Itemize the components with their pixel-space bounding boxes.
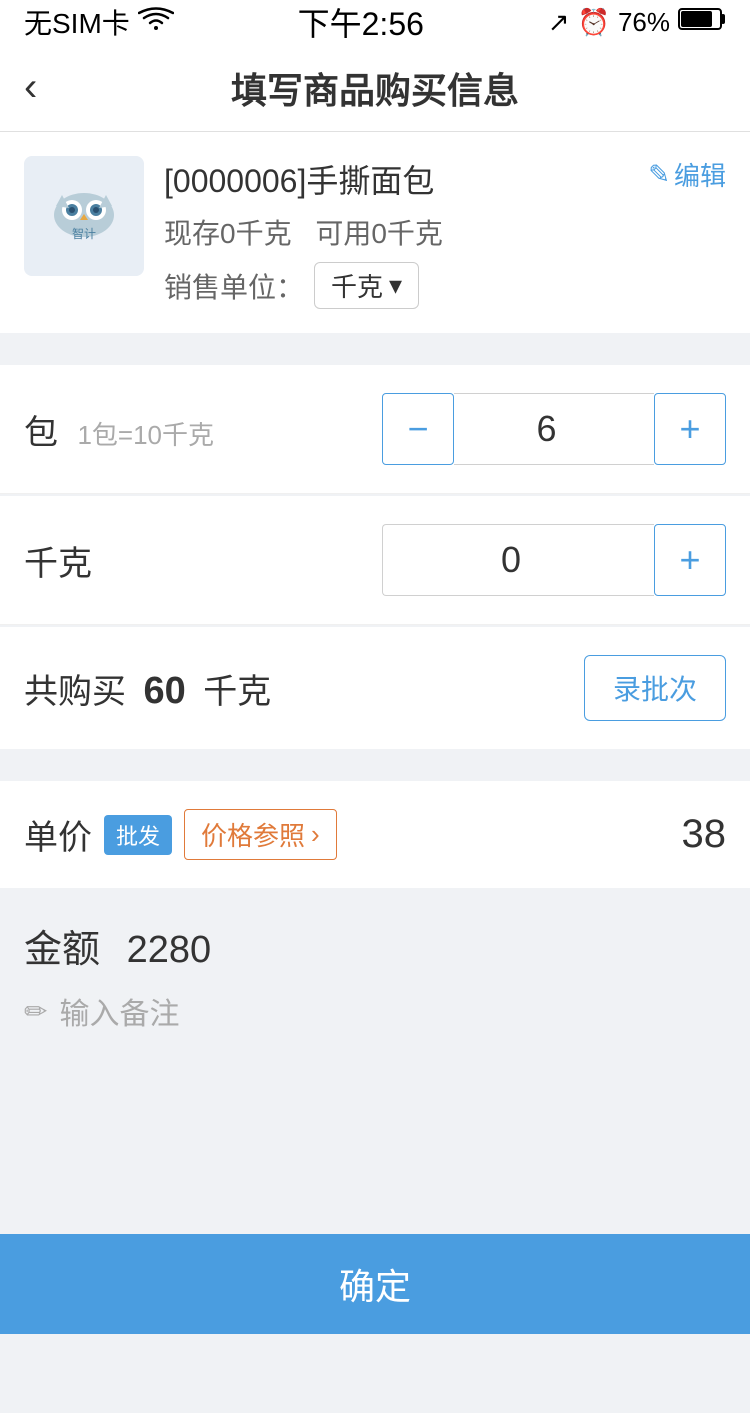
product-thumbnail: 智计 — [24, 156, 144, 276]
status-bar-right: ↗ ⏰ 76% — [548, 6, 726, 39]
svg-text:智计: 智计 — [72, 226, 96, 240]
page-title: 填写商品购买信息 — [231, 62, 519, 114]
kg-quantity-row: 千克 + — [0, 496, 750, 625]
product-stock: 现存0千克 可用0千克 — [164, 212, 628, 252]
dropdown-icon: ▾ — [389, 270, 402, 301]
remark-icon: ✏ — [24, 995, 47, 1028]
battery-percent: 76% — [618, 7, 670, 38]
edit-icon: ✎ — [648, 159, 670, 190]
available-label: 可用0千克 — [315, 218, 443, 249]
alarm-icon: ⏰ — [578, 7, 610, 38]
content-area — [0, 1053, 750, 1413]
kg-label: 千克 — [24, 536, 382, 585]
separator-2 — [0, 765, 750, 781]
price-ref-arrow: › — [311, 819, 320, 850]
back-button[interactable]: ‹ — [24, 65, 37, 110]
separator-1 — [0, 349, 750, 365]
bag-label-group: 包 1包=10千克 — [24, 405, 382, 454]
bag-decrement-button[interactable]: − — [382, 393, 454, 465]
status-bar: 无SIM卡 下午2:56 ↗ ⏰ 76% — [0, 0, 750, 44]
price-ref-label: 价格参照 — [201, 816, 305, 853]
bag-quantity-controls: − + — [382, 393, 726, 465]
kg-increment-button[interactable]: + — [654, 524, 726, 596]
kg-quantity-controls: + — [382, 524, 726, 596]
price-row: 单价 批发 价格参照 › 38 — [0, 781, 750, 888]
bag-quantity-section: 包 1包=10千克 − + — [0, 365, 750, 494]
product-info: [0000006]手撕面包 现存0千克 可用0千克 销售单位： 千克 ▾ — [164, 156, 628, 309]
total-unit: 千克 — [203, 673, 271, 711]
unit-select[interactable]: 千克 ▾ — [314, 262, 419, 309]
total-section: 共购买 60 千克 录批次 — [0, 627, 750, 749]
confirm-button[interactable]: 确定 — [0, 1234, 750, 1334]
status-bar-left: 无SIM卡 — [24, 2, 174, 42]
price-value: 38 — [682, 812, 727, 857]
product-unit-row: 销售单位： 千克 ▾ — [164, 262, 628, 309]
batch-button[interactable]: 录批次 — [584, 655, 726, 721]
amount-section: 金额 2280 ✏ 输入备注 — [0, 890, 750, 1053]
amount-value: 2280 — [127, 929, 212, 971]
total-amount: 60 — [143, 670, 185, 712]
product-section: 智计 [0000006]手撕面包 现存0千克 可用0千克 销售单位： 千克 ▾ … — [0, 132, 750, 333]
battery-icon — [678, 6, 726, 39]
total-prefix: 共购买 — [24, 673, 126, 711]
price-label: 单价 — [24, 810, 92, 859]
unit-label: 销售单位： — [164, 266, 304, 306]
sim-status: 无SIM卡 — [24, 2, 130, 42]
price-label-group: 单价 批发 价格参照 › — [24, 809, 337, 860]
bag-sublabel: 1包=10千克 — [77, 420, 214, 450]
remark-row[interactable]: ✏ 输入备注 — [24, 989, 726, 1033]
amount-row: 金额 2280 — [24, 918, 726, 973]
kg-quantity-input[interactable] — [382, 524, 654, 596]
kg-quantity-section: 千克 + — [0, 496, 750, 625]
location-icon: ↗ — [548, 7, 570, 38]
back-icon: ‹ — [24, 65, 37, 109]
batch-tag: 批发 — [104, 815, 172, 855]
bag-increment-button[interactable]: + — [654, 393, 726, 465]
nav-bar: ‹ 填写商品购买信息 — [0, 44, 750, 132]
product-logo: 智计 — [44, 180, 124, 252]
bag-quantity-row: 包 1包=10千克 − + — [0, 365, 750, 494]
total-text: 共购买 60 千克 — [24, 664, 271, 713]
edit-label: 编辑 — [674, 156, 726, 193]
product-name: [0000006]手撕面包 — [164, 156, 628, 202]
remark-label: 输入备注 — [59, 989, 179, 1033]
price-ref-button[interactable]: 价格参照 › — [184, 809, 337, 860]
price-section: 单价 批发 价格参照 › 38 — [0, 781, 750, 888]
unit-value: 千克 — [331, 267, 383, 304]
stock-label: 现存0千克 — [164, 218, 292, 249]
wifi-icon — [138, 6, 174, 39]
status-bar-time: 下午2:56 — [298, 0, 424, 45]
bag-quantity-input[interactable] — [454, 393, 654, 465]
edit-button[interactable]: ✎ 编辑 — [648, 156, 726, 193]
amount-label: 金额 — [24, 929, 100, 971]
bag-label: 包 — [24, 414, 58, 452]
